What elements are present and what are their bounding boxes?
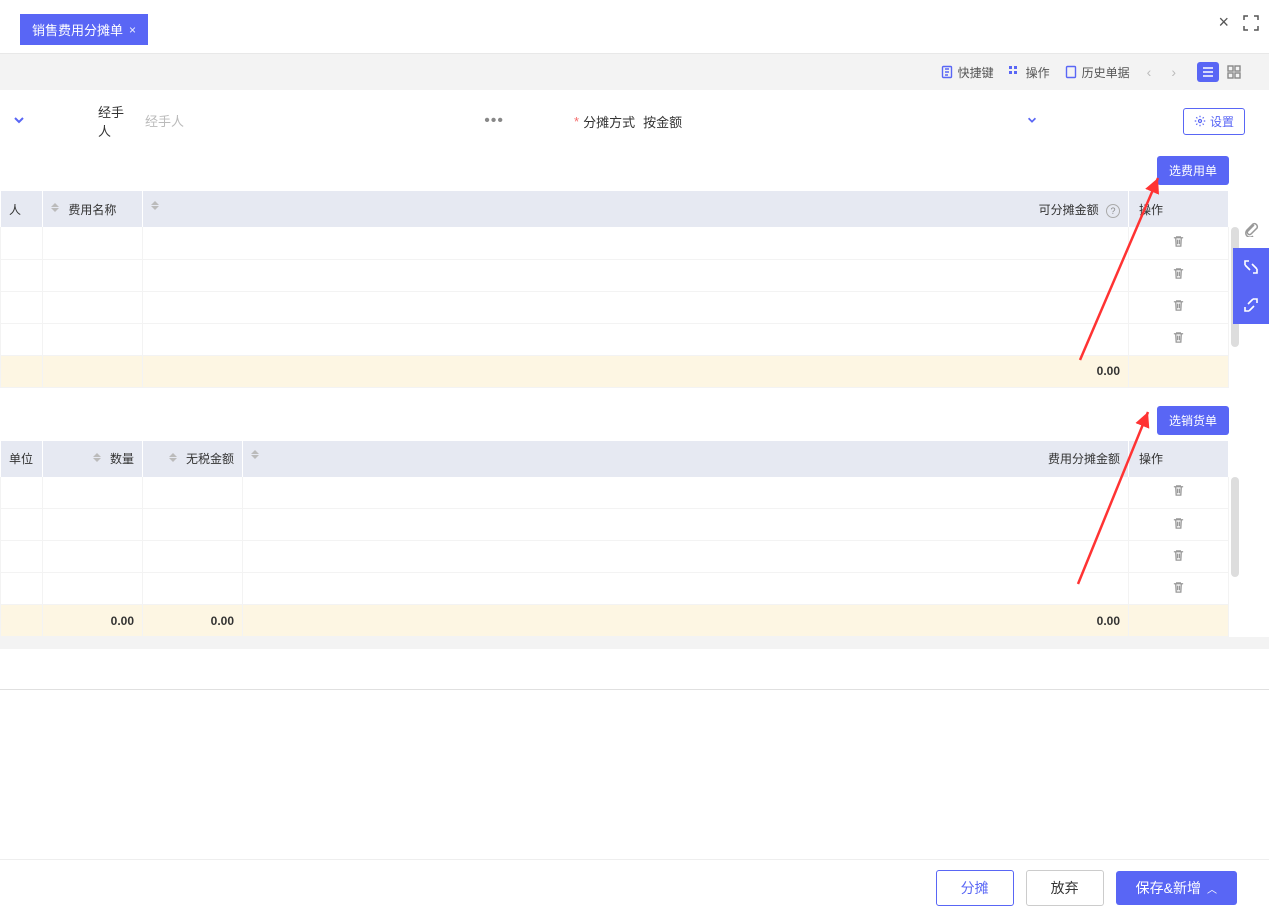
grid-icon — [1008, 65, 1022, 79]
required-star-icon: * — [574, 114, 579, 129]
header-right-controls: × — [1218, 12, 1259, 33]
view-toggle — [1197, 62, 1245, 82]
trash-icon[interactable] — [1172, 549, 1186, 563]
method-value: 按金额 — [643, 112, 682, 131]
expand-out-button[interactable] — [1233, 248, 1269, 286]
chevron-up-icon: ︿ — [1207, 881, 1217, 896]
trash-icon[interactable] — [1172, 581, 1186, 595]
form-row: 经手人 ••• * 分摊方式 按金额 设置 — [0, 90, 1269, 150]
method-field[interactable]: * 分摊方式 按金额 — [574, 112, 1054, 131]
sales-table: 单位 数量 无税金额 费用分摊金额 操作 — [0, 441, 1229, 638]
trash-icon[interactable] — [1172, 299, 1186, 313]
sales-table-wrap: 单位 数量 无税金额 费用分摊金额 操作 — [0, 441, 1269, 638]
divider-bar — [0, 637, 1269, 649]
save-new-label: 保存&新增 — [1136, 878, 1201, 898]
actions-label: 操作 — [1026, 64, 1050, 81]
card-view-button[interactable] — [1223, 62, 1245, 82]
notax-total: 0.00 — [143, 605, 243, 637]
expense-table: 人 费用名称 可分摊金额 ? 操作 0.00 — [0, 191, 1229, 388]
table-row[interactable] — [1, 477, 1229, 509]
table-row[interactable] — [1, 227, 1229, 259]
discard-button[interactable]: 放弃 — [1026, 870, 1104, 906]
chevron-down-icon[interactable] — [1026, 113, 1038, 129]
total-row: 0.00 0.00 0.00 — [1, 605, 1229, 637]
shortcut-label: 快捷键 — [958, 64, 994, 81]
th-alloc-amount[interactable]: 费用分摊金额 — [243, 441, 1129, 477]
divider-line — [0, 689, 1269, 690]
table-row[interactable] — [1, 291, 1229, 323]
alloc-total: 0.00 — [243, 605, 1129, 637]
shortcut-button[interactable]: 快捷键 — [940, 64, 994, 81]
th-operations: 操作 — [1129, 441, 1229, 477]
table-row[interactable] — [1, 541, 1229, 573]
list-view-button[interactable] — [1197, 62, 1219, 82]
sort-icon[interactable] — [169, 453, 179, 467]
scrollbar[interactable] — [1231, 477, 1239, 577]
th-qty[interactable]: 数量 — [43, 441, 143, 477]
table-row[interactable] — [1, 509, 1229, 541]
trash-icon[interactable] — [1172, 267, 1186, 281]
handler-input[interactable] — [145, 114, 484, 129]
trash-icon[interactable] — [1172, 235, 1186, 249]
more-icon[interactable]: ••• — [484, 112, 518, 130]
trash-icon[interactable] — [1172, 484, 1186, 498]
th-unit[interactable]: 单位 — [1, 441, 43, 477]
table-row[interactable] — [1, 573, 1229, 605]
footer-actions: 分摊 放弃 保存&新增 ︿ — [0, 859, 1269, 916]
th-operations: 操作 — [1129, 191, 1229, 227]
allocatable-total: 0.00 — [143, 355, 1129, 387]
table-header-row: 单位 数量 无税金额 费用分摊金额 操作 — [1, 441, 1229, 477]
expand-in-button[interactable] — [1233, 286, 1269, 324]
trash-icon[interactable] — [1172, 331, 1186, 345]
th-exclude-tax[interactable]: 无税金额 — [143, 441, 243, 477]
handler-label: 经手人 — [98, 102, 137, 140]
th-expense-name[interactable]: 费用名称 — [43, 191, 143, 227]
table-row[interactable] — [1, 323, 1229, 355]
actions-button[interactable]: 操作 — [1008, 64, 1050, 81]
th-partial[interactable]: 人 — [1, 191, 43, 227]
allocate-button[interactable]: 分摊 — [936, 870, 1014, 906]
history-button[interactable]: 历史单据 — [1064, 64, 1130, 81]
prev-record-icon[interactable]: ‹ — [1144, 64, 1155, 80]
settings-label: 设置 — [1210, 113, 1234, 130]
close-icon[interactable]: × — [1218, 12, 1229, 33]
clipboard-icon — [940, 65, 954, 79]
top-toolbar: 快捷键 操作 历史单据 ‹ › — [0, 54, 1269, 90]
sort-icon[interactable] — [51, 203, 61, 217]
sort-icon[interactable] — [251, 450, 261, 464]
gear-icon — [1194, 115, 1206, 127]
table-row[interactable] — [1, 259, 1229, 291]
table-header-row: 人 费用名称 可分摊金额 ? 操作 — [1, 191, 1229, 227]
close-icon[interactable]: × — [129, 23, 136, 37]
th-allocatable-amount[interactable]: 可分摊金额 ? — [143, 191, 1129, 227]
notes-area[interactable] — [0, 649, 1269, 689]
tab-bar: 销售费用分摊单 × × — [0, 0, 1269, 54]
tab-title: 销售费用分摊单 — [32, 20, 123, 39]
help-icon[interactable]: ? — [1106, 204, 1120, 218]
trash-icon[interactable] — [1172, 517, 1186, 531]
document-icon — [1064, 65, 1078, 79]
fullscreen-icon[interactable] — [1243, 15, 1259, 31]
sales-select-row: 选销货单 — [0, 400, 1269, 441]
sort-icon[interactable] — [93, 453, 103, 467]
qty-total: 0.00 — [43, 605, 143, 637]
next-record-icon[interactable]: › — [1168, 64, 1179, 80]
settings-button[interactable]: 设置 — [1183, 108, 1245, 135]
tab-sales-expense-allocation[interactable]: 销售费用分摊单 × — [20, 14, 148, 45]
expense-table-wrap: 人 费用名称 可分摊金额 ? 操作 0.00 — [0, 191, 1269, 388]
select-sales-button[interactable]: 选销货单 — [1157, 406, 1229, 435]
total-row: 0.00 — [1, 355, 1229, 387]
attachment-button[interactable] — [1233, 210, 1269, 248]
sort-icon[interactable] — [151, 201, 161, 215]
chevron-down-icon[interactable] — [0, 113, 38, 130]
right-float-toolbar — [1233, 210, 1269, 324]
select-expense-button[interactable]: 选费用单 — [1157, 156, 1229, 185]
expense-select-row: 选费用单 — [0, 150, 1269, 191]
method-label: 分摊方式 — [583, 112, 635, 131]
save-and-new-button[interactable]: 保存&新增 ︿ — [1116, 871, 1237, 905]
history-label: 历史单据 — [1082, 64, 1130, 81]
handler-field[interactable]: 经手人 ••• — [38, 102, 518, 140]
